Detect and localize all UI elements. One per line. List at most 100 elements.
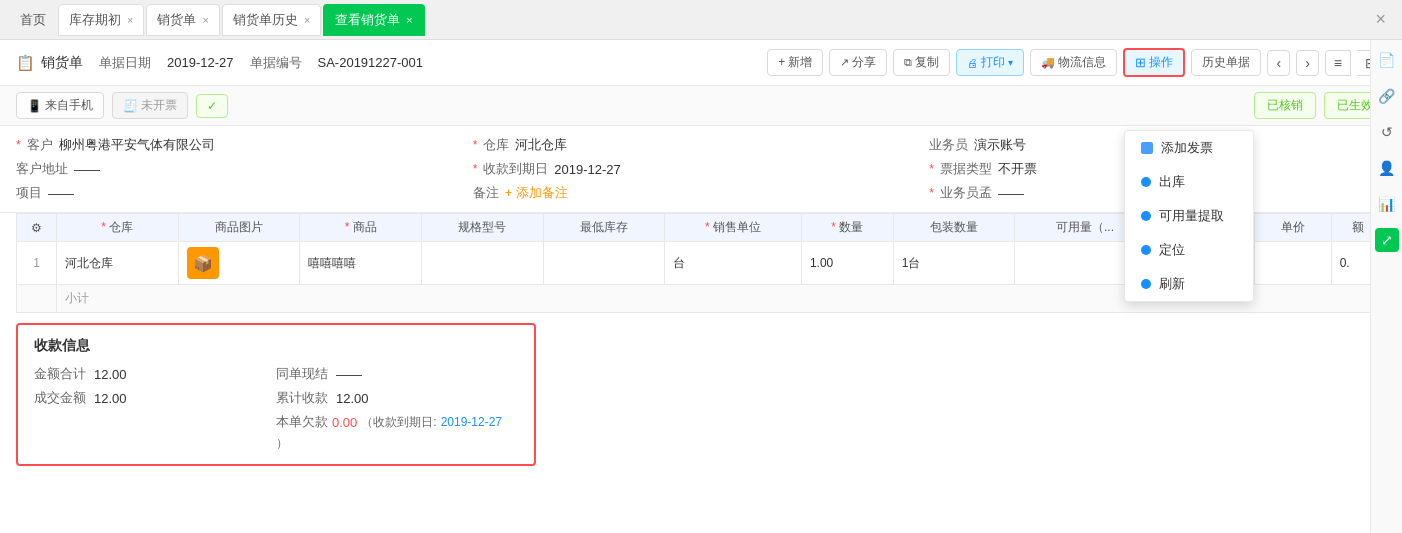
row-spec [421,242,543,285]
locate-icon [1141,245,1151,255]
print-btn[interactable]: 🖨 打印 ▾ [956,49,1024,76]
invoice-icon: 🧾 [123,99,138,113]
due-date-required: * [473,162,478,176]
logistics-icon: 🚚 [1041,56,1055,69]
print-dropdown-icon: ▾ [1008,57,1013,68]
col-product-img: 商品图片 [178,214,300,242]
view-list-btn[interactable]: ≡ [1325,50,1351,76]
logistics-btn[interactable]: 🚚 物流信息 [1030,49,1117,76]
doc-number-value: SA-20191227-001 [318,55,424,70]
warehouse-value: 河北仓库 [515,136,567,154]
current-due-value: 0.00 [332,415,357,430]
available-qty-icon [1141,211,1151,221]
col-min-stock: 最低库存 [543,214,665,242]
invoice-type-required: * [929,162,934,176]
outbound-icon [1141,177,1151,187]
dropdown-add-invoice[interactable]: 添加发票 [1125,131,1253,165]
col-spec: 规格型号 [421,214,543,242]
row-unit: 台 [665,242,802,285]
dropdown-refresh[interactable]: 刷新 [1125,267,1253,301]
transaction-amount-label: 成交金额 [34,389,86,407]
invoice-type-value: 不开票 [998,160,1037,178]
due-date-note-value: 2019-12-27 [441,415,502,429]
payment-title: 收款信息 [34,337,518,355]
from-phone-btn[interactable]: 📱 来自手机 [16,92,104,119]
remark-label: 备注 [473,184,499,202]
tab-sales-order-history[interactable]: 销货单历史 × [222,4,321,36]
tab-close-history[interactable]: × [304,14,310,26]
tab-view-sales-order[interactable]: 查看销货单 × [323,4,424,36]
tab-close-view[interactable]: × [406,14,412,26]
nav-prev-btn[interactable]: ‹ [1267,50,1290,76]
current-due-label: 本单欠款 [276,413,328,431]
same-order-value: —— [336,367,362,382]
share-btn[interactable]: ↗ 分享 [829,49,887,76]
row-unit-price [1254,242,1331,285]
doc-number-label: 单据编号 [250,54,302,72]
operations-btn[interactable]: ⊞ 操作 [1123,48,1185,77]
staff-label: 业务员 [929,136,968,154]
sales-staff-value: —— [998,186,1024,201]
tab-close-sales-order[interactable]: × [202,14,208,26]
nav-next-btn[interactable]: › [1296,50,1319,76]
customer-value: 柳州粤港平安气体有限公司 [59,136,215,154]
check-icon: ✓ [207,99,217,113]
history-btn[interactable]: 历史单据 [1191,49,1261,76]
row-product: 嘻嘻嘻嘻 [300,242,422,285]
row-num: 1 [17,242,57,285]
doc-type-label: 📋 销货单 [16,54,83,72]
tab-inventory-init[interactable]: 库存期初 × [58,4,144,36]
row-pack-qty: 1台 [893,242,1015,285]
doc-date-label: 单据日期 [99,54,151,72]
col-pack-qty: 包装数量 [893,214,1015,242]
print-icon: 🖨 [967,57,978,69]
warehouse-required: * [473,138,478,152]
row-min-stock [543,242,665,285]
sidebar-link-icon[interactable]: 🔗 [1375,84,1399,108]
doc-date-value: 2019-12-27 [167,55,234,70]
not-open-invoice-btn[interactable]: 🧾 未开票 [112,92,188,119]
address-label: 客户地址 [16,160,68,178]
row-qty: 1.00 [801,242,893,285]
col-product: * 商品 [300,214,422,242]
same-order-label: 同单现结 [276,365,328,383]
sales-staff-label: 业务员孟 [940,184,992,202]
copy-icon: ⧉ [904,56,912,69]
col-qty: * 数量 [801,214,893,242]
due-date-label: 收款到期日 [483,160,548,178]
warehouse-label: 仓库 [483,136,509,154]
operations-dropdown: 添加发票 出库 可用量提取 定位 刷新 [1124,130,1254,302]
col-unit: * 销售单位 [665,214,802,242]
add-remark-btn[interactable]: + 添加备注 [505,184,568,202]
tab-home[interactable]: 首页 [8,4,58,36]
operations-grid-icon: ⊞ [1135,55,1146,70]
col-gear[interactable]: ⚙ [17,214,57,242]
tab-sales-order[interactable]: 销货单 × [146,4,219,36]
dropdown-available-qty[interactable]: 可用量提取 [1125,199,1253,233]
already-cancelled-btn[interactable]: 已核销 [1254,92,1316,119]
row-product-img: 📦 [178,242,300,285]
new-btn[interactable]: + 新增 [767,49,823,76]
col-unit-price: 单价 [1254,214,1331,242]
check-btn[interactable]: ✓ [196,94,228,118]
sidebar-chart-icon[interactable]: 📊 [1375,192,1399,216]
total-amount-label: 金额合计 [34,365,86,383]
dropdown-outbound[interactable]: 出库 [1125,165,1253,199]
window-close-btn[interactable]: × [1367,9,1394,30]
invoice-type-label: 票据类型 [940,160,992,178]
dropdown-locate[interactable]: 定位 [1125,233,1253,267]
address-value: —— [74,162,100,177]
sidebar-doc-icon[interactable]: 📄 [1375,48,1399,72]
col-warehouse: * 仓库 [57,214,179,242]
due-date-note: （收款到期日: [361,414,436,431]
sidebar-refresh-icon[interactable]: ↺ [1375,120,1399,144]
sidebar-user-icon[interactable]: 👤 [1375,156,1399,180]
add-invoice-icon [1141,142,1153,154]
row-warehouse: 河北仓库 [57,242,179,285]
sidebar-expand-icon[interactable]: ⤢ [1375,228,1399,252]
phone-icon: 📱 [27,99,42,113]
tab-close-inventory-init[interactable]: × [127,14,133,26]
copy-btn[interactable]: ⧉ 复制 [893,49,950,76]
project-value: —— [48,186,74,201]
cumulative-payment-label: 累计收款 [276,389,328,407]
